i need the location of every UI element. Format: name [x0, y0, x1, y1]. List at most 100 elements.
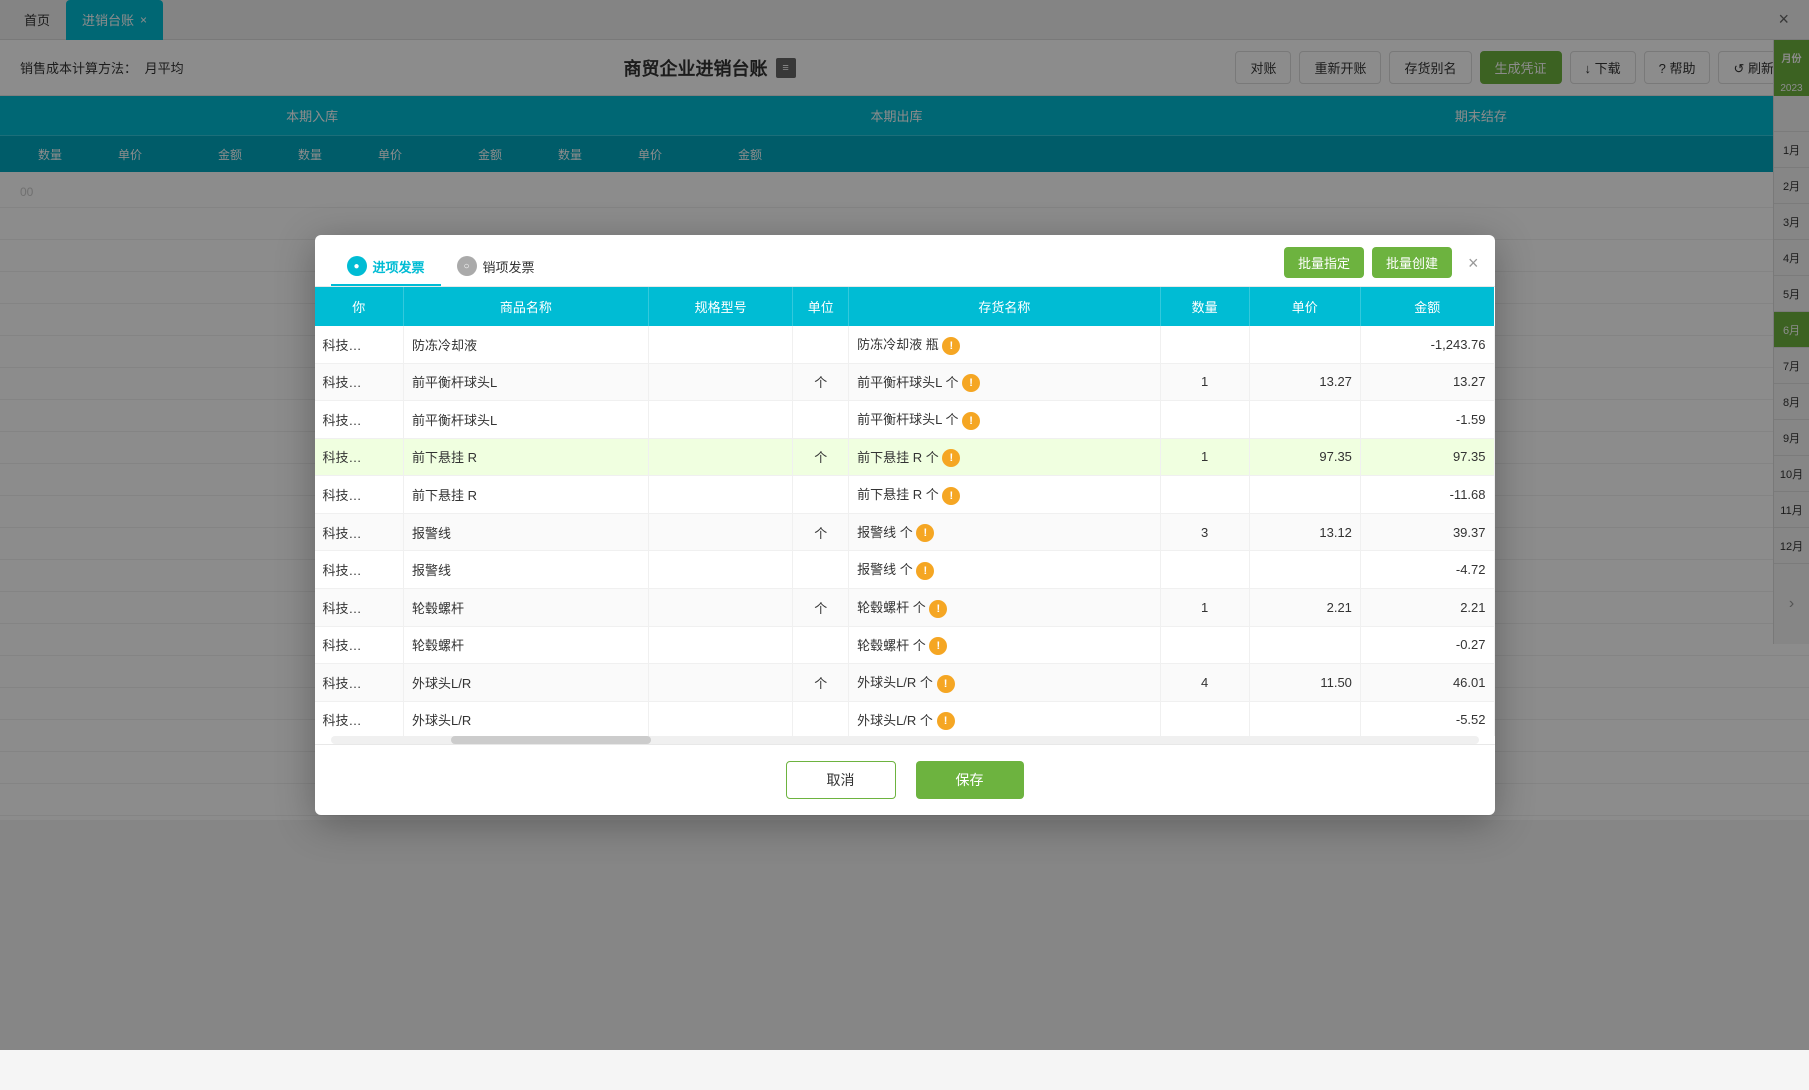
cancel-button[interactable]: 取消 [786, 761, 896, 799]
warning-icon: ! [916, 524, 934, 542]
cell-spec [648, 626, 793, 664]
cell-product-name: 前下悬挂 R [404, 438, 649, 476]
cell-quantity [1160, 476, 1249, 514]
outgoing-invoice-tab-icon: ○ [457, 256, 477, 276]
cell-spec [648, 363, 793, 401]
cell-company: 科技… [315, 476, 404, 514]
table-row[interactable]: 科技… 轮毂螺杆 个 轮毂螺杆 个 ! 1 2.21 2.21 [315, 588, 1495, 626]
table-row[interactable]: 科技… 报警线 个 报警线 个 ! 3 13.12 39.37 [315, 513, 1495, 551]
cell-quantity: 4 [1160, 664, 1249, 702]
col-header-unit: 单位 [793, 287, 849, 326]
warning-icon: ! [916, 562, 934, 580]
cell-amount: -11.68 [1360, 476, 1494, 514]
cell-unit [793, 626, 849, 664]
cell-unit-price: 13.12 [1249, 513, 1360, 551]
cell-amount: -4.72 [1360, 551, 1494, 589]
cell-quantity [1160, 326, 1249, 363]
cell-company: 科技… [315, 326, 404, 363]
cell-unit [793, 476, 849, 514]
warning-icon: ! [929, 637, 947, 655]
col-header-inventory-name: 存货名称 [849, 287, 1161, 326]
warning-icon: ! [942, 337, 960, 355]
invoice-table: 你 商品名称 规格型号 单位 存货名称 数量 单价 金额 科技… 防冻冷却液 防… [315, 287, 1495, 736]
cell-unit [793, 551, 849, 589]
cell-unit-price [1249, 626, 1360, 664]
cell-amount: 46.01 [1360, 664, 1494, 702]
cell-company: 科技… [315, 401, 404, 439]
warning-icon: ! [942, 487, 960, 505]
cell-product-name: 轮毂螺杆 [404, 588, 649, 626]
col-header-spec: 规格型号 [648, 287, 793, 326]
cell-unit [793, 701, 849, 736]
table-row[interactable]: 科技… 报警线 报警线 个 ! -4.72 [315, 551, 1495, 589]
cell-product-name: 前下悬挂 R [404, 476, 649, 514]
cell-unit-price: 97.35 [1249, 438, 1360, 476]
cell-quantity [1160, 701, 1249, 736]
cell-quantity: 3 [1160, 513, 1249, 551]
horizontal-scrollbar[interactable] [331, 736, 1479, 744]
tab-outgoing-invoice[interactable]: ○ 销项发票 [441, 248, 551, 286]
warning-icon: ! [942, 449, 960, 467]
table-row[interactable]: 科技… 前平衡杆球头L 前平衡杆球头L 个 ! -1.59 [315, 401, 1495, 439]
table-row[interactable]: 科技… 前平衡杆球头L 个 前平衡杆球头L 个 ! 1 13.27 13.27 [315, 363, 1495, 401]
table-row[interactable]: 科技… 前下悬挂 R 前下悬挂 R 个 ! -11.68 [315, 476, 1495, 514]
dialog-header: ● 进项发票 ○ 销项发票 批量指定 批量创建 × [315, 235, 1495, 287]
table-row[interactable]: 科技… 外球头L/R 外球头L/R 个 ! -5.52 [315, 701, 1495, 736]
cell-unit: 个 [793, 664, 849, 702]
cell-unit-price [1249, 701, 1360, 736]
cell-amount: -1,243.76 [1360, 326, 1494, 363]
cell-company: 科技… [315, 588, 404, 626]
warning-icon: ! [937, 675, 955, 693]
cell-quantity: 1 [1160, 363, 1249, 401]
cell-inventory-name: 前下悬挂 R 个 ! [849, 476, 1161, 514]
cell-inventory-name: 轮毂螺杆 个 ! [849, 626, 1161, 664]
warning-icon: ! [962, 412, 980, 430]
cell-inventory-name: 前平衡杆球头L 个 ! [849, 363, 1161, 401]
batch-assign-button[interactable]: 批量指定 [1284, 247, 1364, 278]
warning-icon: ! [929, 600, 947, 618]
cell-company: 科技… [315, 438, 404, 476]
tab-incoming-invoice[interactable]: ● 进项发票 [331, 248, 441, 286]
cell-unit [793, 326, 849, 363]
cell-unit: 个 [793, 438, 849, 476]
col-header-company: 你 [315, 287, 404, 326]
cell-quantity: 1 [1160, 438, 1249, 476]
cell-quantity: 1 [1160, 588, 1249, 626]
table-row[interactable]: 科技… 轮毂螺杆 轮毂螺杆 个 ! -0.27 [315, 626, 1495, 664]
cell-quantity [1160, 626, 1249, 664]
save-button[interactable]: 保存 [916, 761, 1024, 799]
cell-product-name: 外球头L/R [404, 701, 649, 736]
table-row[interactable]: 科技… 前下悬挂 R 个 前下悬挂 R 个 ! 1 97.35 97.35 [315, 438, 1495, 476]
dialog-header-actions: 批量指定 批量创建 × [1284, 247, 1479, 286]
col-header-quantity: 数量 [1160, 287, 1249, 326]
batch-create-button[interactable]: 批量创建 [1372, 247, 1452, 278]
cell-inventory-name: 外球头L/R 个 ! [849, 701, 1161, 736]
cell-product-name: 前平衡杆球头L [404, 401, 649, 439]
dialog-close-button[interactable]: × [1468, 254, 1479, 272]
cell-inventory-name: 报警线 个 ! [849, 513, 1161, 551]
warning-icon: ! [937, 712, 955, 730]
cell-company: 科技… [315, 513, 404, 551]
cell-unit: 个 [793, 588, 849, 626]
dialog-footer: 取消 保存 [315, 744, 1495, 815]
cell-inventory-name: 前平衡杆球头L 个 ! [849, 401, 1161, 439]
cell-spec [648, 664, 793, 702]
table-row[interactable]: 科技… 外球头L/R 个 外球头L/R 个 ! 4 11.50 46.01 [315, 664, 1495, 702]
cell-unit: 个 [793, 363, 849, 401]
invoice-match-dialog: ● 进项发票 ○ 销项发票 批量指定 批量创建 × 你 商品名称 规格型号 单位… [315, 235, 1495, 815]
cell-product-name: 外球头L/R [404, 664, 649, 702]
cell-unit-price: 13.27 [1249, 363, 1360, 401]
cell-spec [648, 551, 793, 589]
table-row[interactable]: 科技… 防冻冷却液 防冻冷却液 瓶 ! -1,243.76 [315, 326, 1495, 363]
cell-company: 科技… [315, 701, 404, 736]
cell-amount: 2.21 [1360, 588, 1494, 626]
cell-product-name: 防冻冷却液 [404, 326, 649, 363]
cell-unit-price [1249, 401, 1360, 439]
horizontal-scrollbar-thumb[interactable] [451, 736, 651, 744]
cell-amount: -5.52 [1360, 701, 1494, 736]
cell-spec [648, 513, 793, 551]
cell-inventory-name: 报警线 个 ! [849, 551, 1161, 589]
cell-amount: 97.35 [1360, 438, 1494, 476]
col-header-unit-price: 单价 [1249, 287, 1360, 326]
cell-inventory-name: 防冻冷却液 瓶 ! [849, 326, 1161, 363]
